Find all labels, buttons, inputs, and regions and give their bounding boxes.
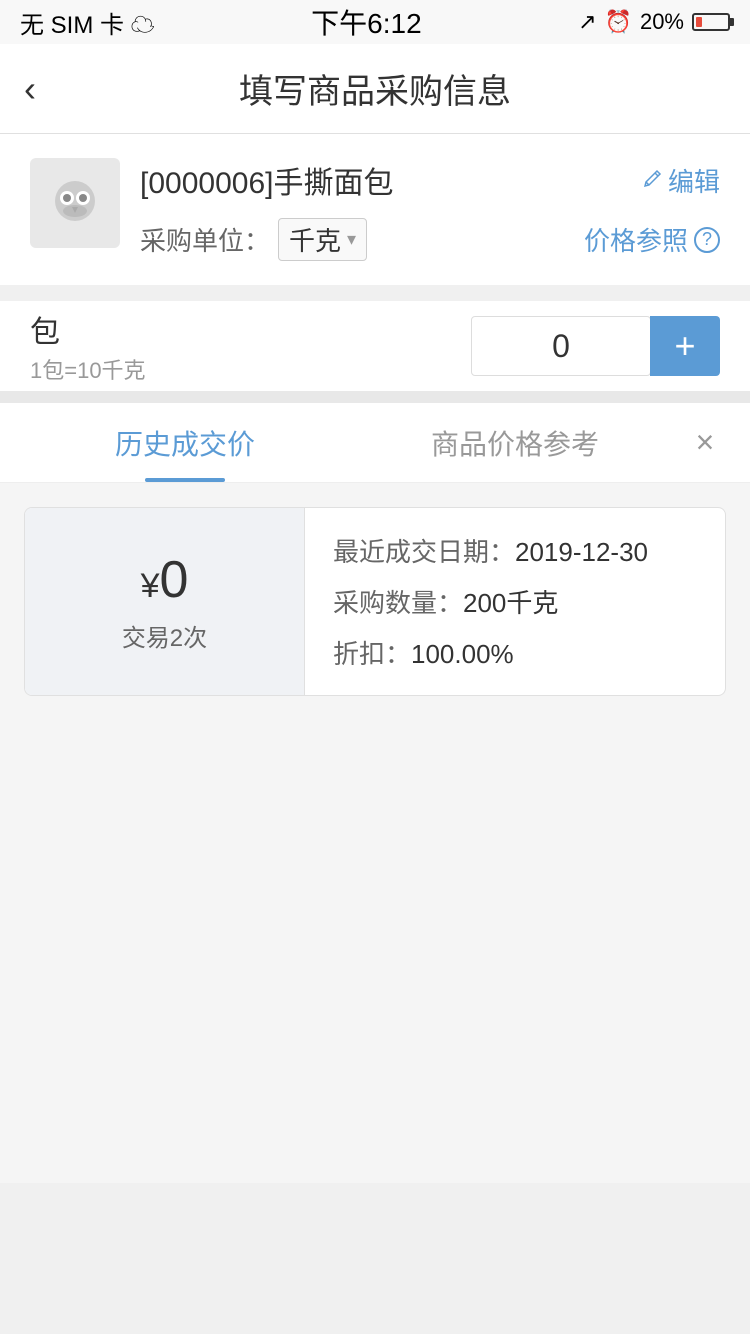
history-details: 最近成交日期：2019-12-30 采购数量：200千克 折扣：100.00% xyxy=(305,508,725,695)
discount-row: 折扣：100.00% xyxy=(333,634,697,671)
edit-icon xyxy=(642,169,664,191)
chevron-down-icon: ▾ xyxy=(347,229,356,250)
qty-unit-conv: 1包=10千克 xyxy=(30,353,210,385)
history-price-left: ¥0 交易2次 xyxy=(25,508,305,695)
product-card: [0000006]手撕面包 编辑 采购单位： 千克 ▾ 价格参照 ? xyxy=(0,134,750,285)
tab-price-ref-label: 商品价格参考 xyxy=(431,423,599,463)
plus-icon: + xyxy=(674,328,695,364)
nav-bar: ‹ 填写商品采购信息 xyxy=(0,44,750,134)
status-right: ↗ ⏰ 20% xyxy=(578,9,730,35)
battery-percent: 20% xyxy=(640,9,684,35)
qty-value: 200千克 xyxy=(463,588,558,618)
product-name: [0000006]手撕面包 xyxy=(140,158,393,202)
quantity-plus-button[interactable]: + xyxy=(650,316,720,376)
discount-label: 折扣： xyxy=(333,639,411,669)
battery-icon xyxy=(692,13,730,31)
tab-history-label: 历史成交价 xyxy=(115,423,255,463)
history-price: ¥0 xyxy=(141,550,189,610)
history-content: ¥0 交易2次 最近成交日期：2019-12-30 采购数量：200千克 折扣：… xyxy=(0,483,750,1183)
recent-date-row: 最近成交日期：2019-12-30 xyxy=(333,532,697,569)
status-time: 下午6:12 xyxy=(311,2,422,42)
price-yen-symbol: ¥ xyxy=(141,567,160,605)
qty-unit-name: 包 xyxy=(30,307,210,351)
edit-button[interactable]: 编辑 xyxy=(642,162,720,199)
discount-value: 100.00% xyxy=(411,639,514,669)
quantity-row: 包 1包=10千克 + xyxy=(0,301,750,391)
quantity-input[interactable] xyxy=(471,316,651,376)
tab-history-price[interactable]: 历史成交价 xyxy=(20,403,350,482)
history-card: ¥0 交易2次 最近成交日期：2019-12-30 采购数量：200千克 折扣：… xyxy=(24,507,726,696)
info-icon: ? xyxy=(694,227,720,253)
alarm-icon: ⏰ xyxy=(605,9,632,35)
price-ref-button[interactable]: 价格参照 ? xyxy=(584,221,720,258)
tab-product-price-ref[interactable]: 商品价格参考 xyxy=(350,403,680,482)
product-header: [0000006]手撕面包 编辑 xyxy=(140,158,720,202)
product-info: [0000006]手撕面包 编辑 采购单位： 千克 ▾ 价格参照 ? xyxy=(140,158,720,261)
qty-label: 采购数量： xyxy=(333,588,463,618)
tab-active-underline xyxy=(145,478,225,482)
status-bar: 无 SIM 卡 ☁ 下午6:12 ↗ ⏰ 20% xyxy=(0,0,750,44)
status-left: 无 SIM 卡 ☁ xyxy=(20,5,155,40)
product-thumbnail xyxy=(30,158,120,248)
tabs-bar: 历史成交价 商品价格参考 × xyxy=(0,403,750,483)
divider-1 xyxy=(0,285,750,301)
location-icon: ↗ xyxy=(578,9,596,35)
unit-value: 千克 xyxy=(289,221,341,258)
quantity-label: 包 1包=10千克 xyxy=(30,307,210,385)
unit-select[interactable]: 千克 ▾ xyxy=(278,218,367,261)
price-value: 0 xyxy=(160,551,189,609)
back-button[interactable]: ‹ xyxy=(24,68,36,110)
edit-label: 编辑 xyxy=(668,162,720,199)
battery-fill xyxy=(696,17,702,27)
history-trades: 交易2次 xyxy=(122,618,207,653)
divider-2 xyxy=(0,391,750,403)
qty-row: 采购数量：200千克 xyxy=(333,583,697,620)
product-thumb-icon xyxy=(40,168,110,238)
unit-label-text: 采购单位： xyxy=(140,221,270,258)
product-logo-svg xyxy=(45,173,105,233)
unit-label: 采购单位： 千克 ▾ xyxy=(140,218,367,261)
recent-date-value: 2019-12-30 xyxy=(515,537,648,567)
product-unit-row: 采购单位： 千克 ▾ 价格参照 ? xyxy=(140,218,720,261)
recent-date-label: 最近成交日期： xyxy=(333,537,515,567)
close-button[interactable]: × xyxy=(680,418,730,468)
page-title: 填写商品采购信息 xyxy=(239,64,511,113)
signal-text: 无 SIM 卡 ☁ xyxy=(20,5,155,40)
price-ref-label: 价格参照 xyxy=(584,221,688,258)
